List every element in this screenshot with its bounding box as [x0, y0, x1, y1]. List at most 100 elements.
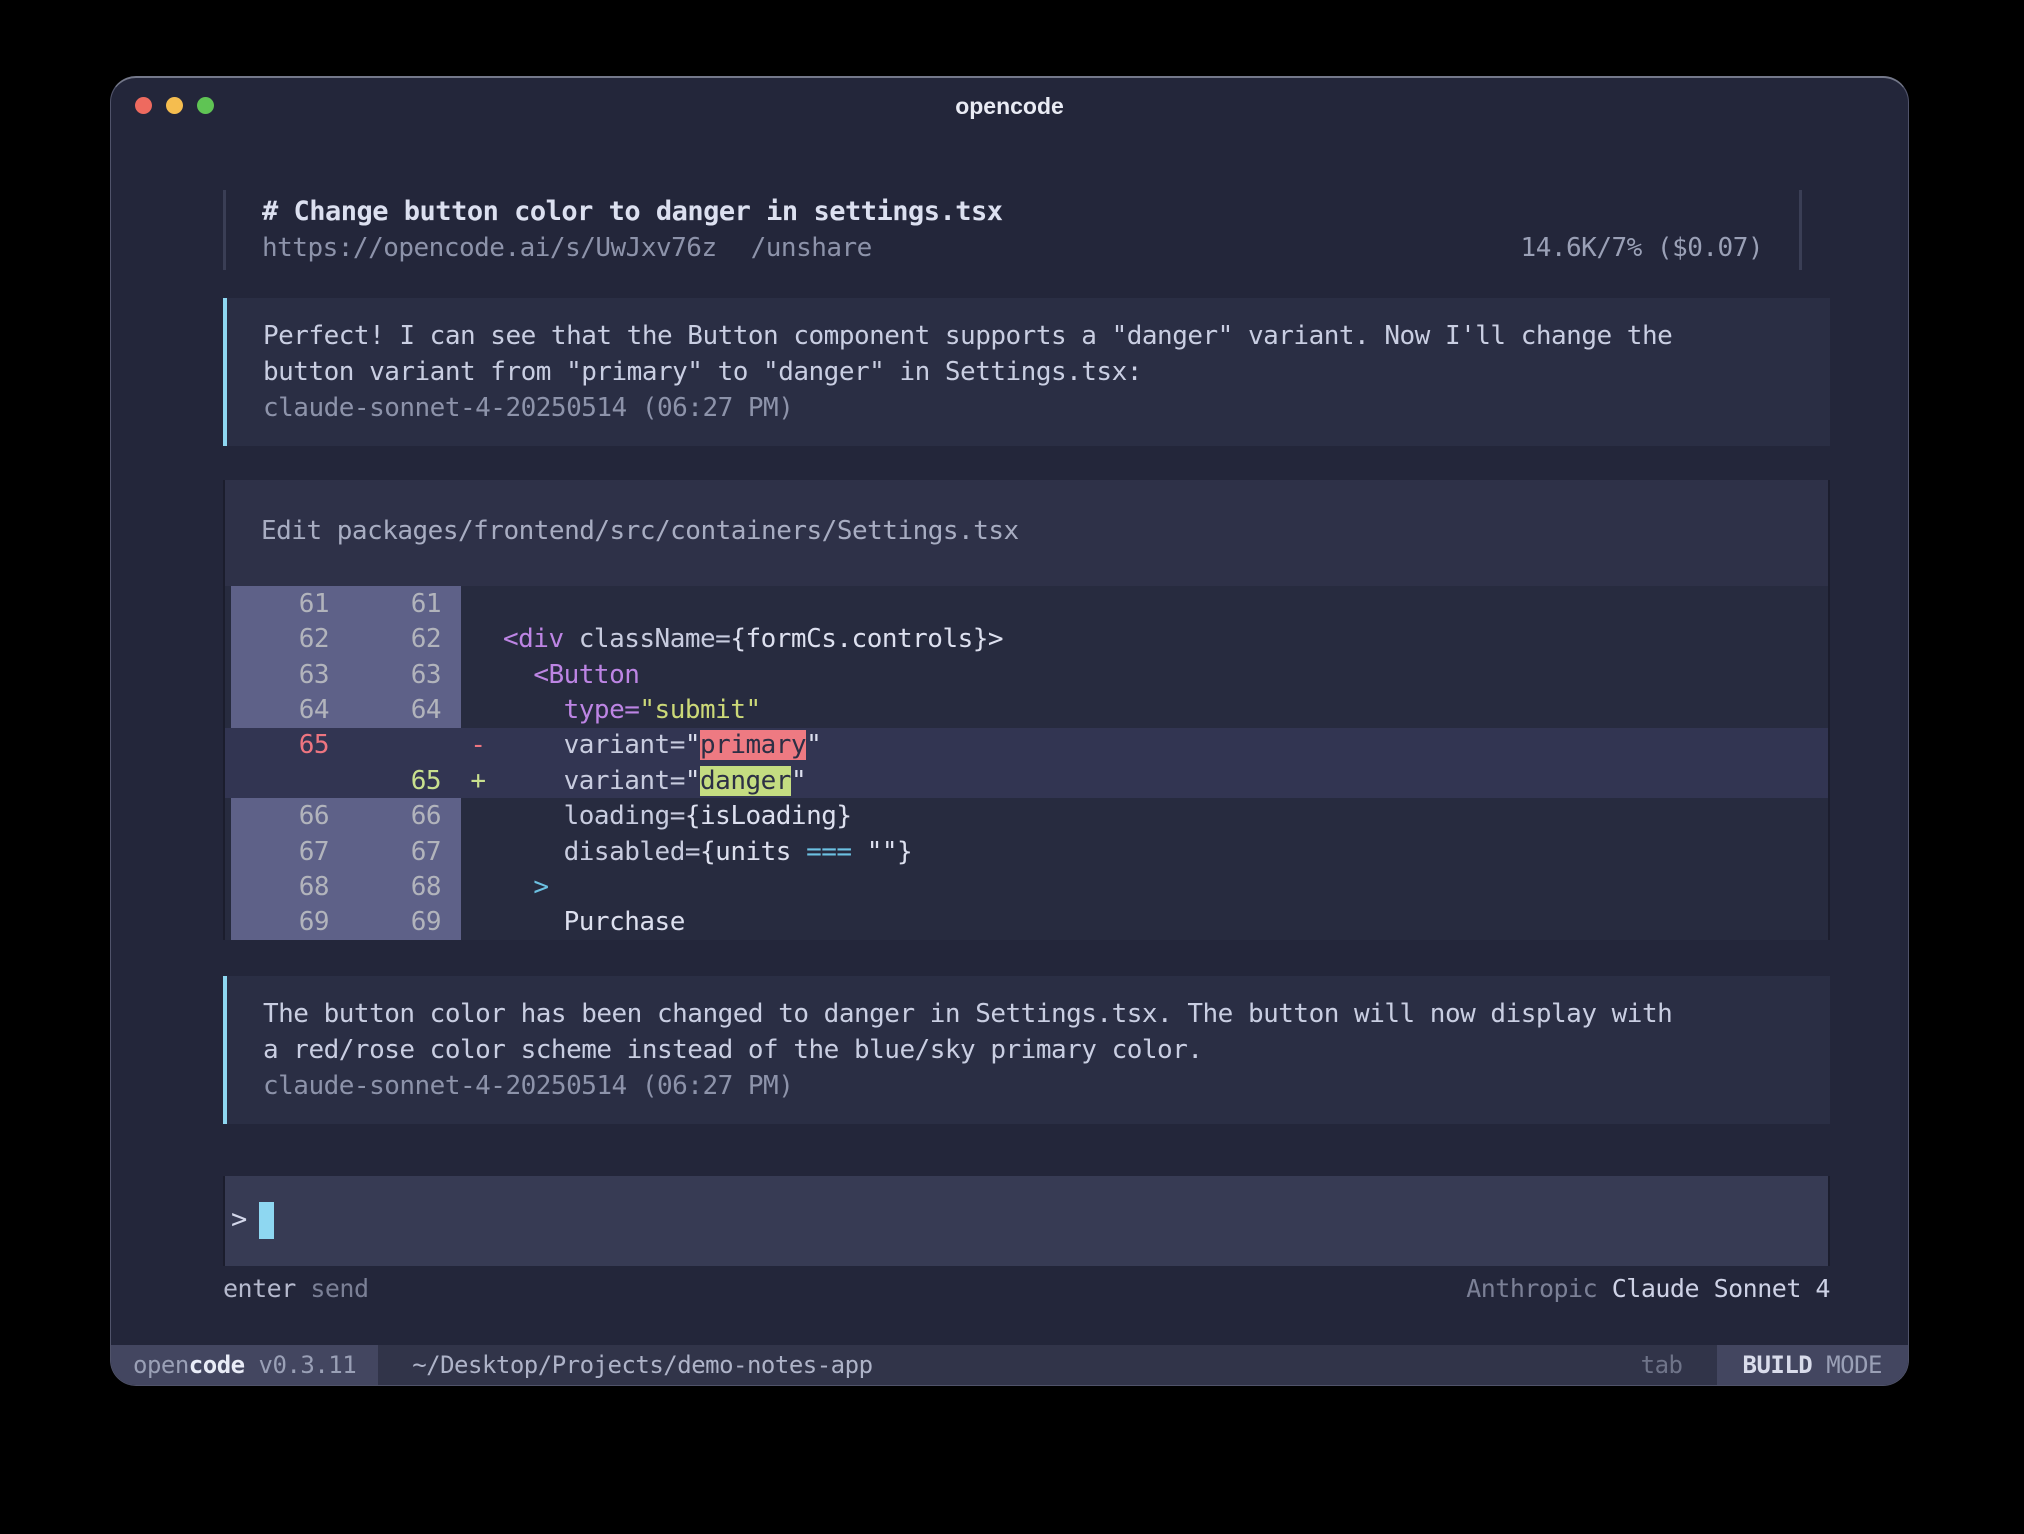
code-segment: {units	[700, 837, 806, 867]
prompt-input[interactable]: >	[223, 1176, 1830, 1266]
gutter-old-line-number: 68	[231, 869, 347, 904]
diff-marker	[461, 798, 495, 833]
code-segment: className=	[564, 624, 731, 654]
code-segment: {isLoading}	[685, 801, 852, 831]
diff-row: 6161	[225, 586, 1828, 621]
assistant-message: The button color has been changed to dan…	[223, 976, 1830, 1124]
unshare-command[interactable]: /unshare	[751, 230, 872, 266]
diff-marker	[461, 621, 495, 656]
code-segment: variant=	[564, 766, 685, 796]
code-segment	[503, 730, 564, 760]
mode-badge[interactable]: BUILD MODE	[1717, 1345, 1909, 1385]
diff-row: 6262<div className={formCs.controls}>	[225, 621, 1828, 656]
diff-marker	[461, 905, 495, 940]
gutter-old-line-number: 69	[231, 905, 347, 940]
diff-code-line: loading={isLoading}	[495, 798, 852, 833]
model-timestamp: claude-sonnet-4-20250514 (06:27 PM)	[263, 1068, 1810, 1104]
diff-code-line	[495, 586, 503, 621]
mode-secondary-label: MODE	[1826, 1351, 1882, 1379]
model-timestamp: claude-sonnet-4-20250514 (06:27 PM)	[263, 390, 1810, 426]
diff-row: 6464 type="submit"	[225, 692, 1828, 727]
diff-row: 6666 loading={isLoading}	[225, 798, 1828, 833]
message-text-line: a red/rose color scheme instead of the b…	[263, 1032, 1810, 1068]
code-segment: type=	[564, 695, 640, 725]
code-segment	[503, 907, 564, 937]
code-segment	[503, 801, 564, 831]
session-header: # Change button color to danger in setti…	[223, 190, 1802, 270]
traffic-lights	[135, 97, 214, 114]
tab-key-hint[interactable]: tab	[1641, 1345, 1711, 1385]
code-segment: variant=	[564, 730, 685, 760]
diff-row: 65 - variant="primary"	[225, 728, 1828, 763]
code-segment	[503, 660, 533, 690]
code-segment	[503, 837, 564, 867]
gutter-new-line-number: 68	[347, 869, 461, 904]
gutter-new-line-number: 62	[347, 621, 461, 656]
zoom-button[interactable]	[197, 97, 214, 114]
diff-code-line: Purchase	[495, 905, 685, 940]
edit-tool-title: Edit packages/frontend/src/containers/Se…	[261, 516, 1792, 546]
code-segment: loading=	[564, 801, 685, 831]
code-segment: {formCs.controls}>	[730, 624, 1003, 654]
main-content: # Change button color to danger in setti…	[111, 132, 1908, 1345]
version-number: v0.3.11	[259, 1351, 357, 1379]
status-bar: opencode v0.3.11 ~/Desktop/Projects/demo…	[111, 1345, 1908, 1385]
code-segment: "	[685, 766, 700, 796]
gutter-old-line-number: 67	[231, 834, 347, 869]
gutter-new-line-number: 64	[347, 692, 461, 727]
send-label: send	[310, 1274, 368, 1303]
message-text-line: button variant from "primary" to "danger…	[263, 354, 1810, 390]
code-segment: "	[791, 766, 806, 796]
hint-bar: enter send Anthropic Claude Sonnet 4	[223, 1274, 1830, 1304]
gutter-new-line-number: 61	[347, 586, 461, 621]
minimize-button[interactable]	[166, 97, 183, 114]
mode-primary: BUILD	[1743, 1351, 1813, 1379]
message-text-line: The button color has been changed to dan…	[263, 996, 1810, 1032]
diff-code-line: variant="danger"	[495, 763, 806, 798]
gutter-old-line-number: 61	[231, 586, 347, 621]
diff-code-line: type="submit"	[495, 692, 761, 727]
diff-row: 6868 >	[225, 869, 1828, 904]
titlebar[interactable]: opencode	[111, 78, 1908, 132]
message-text-line: Perfect! I can see that the Button compo…	[263, 318, 1810, 354]
gutter-old-line-number	[231, 763, 347, 798]
diff-row: 6969 Purchase	[225, 905, 1828, 940]
app-name-open: open	[133, 1351, 189, 1379]
gutter-old-line-number: 66	[231, 798, 347, 833]
diff-code-line: variant="primary"	[495, 728, 821, 763]
diff-marker: -	[461, 728, 495, 763]
diff-view: 61616262<div className={formCs.controls}…	[225, 586, 1828, 940]
diff-row: 65+ variant="danger"	[225, 763, 1828, 798]
app-name-code: code	[189, 1351, 245, 1379]
assistant-message: Perfect! I can see that the Button compo…	[223, 298, 1830, 446]
code-segment	[503, 766, 564, 796]
diff-marker: +	[461, 763, 495, 798]
code-segment: Purchase	[564, 907, 685, 937]
close-button[interactable]	[135, 97, 152, 114]
diff-marker	[461, 586, 495, 621]
diff-row: 6767 disabled={units === ""}	[225, 834, 1828, 869]
model-label: Claude Sonnet 4	[1612, 1274, 1830, 1303]
enter-key-hint: enter	[223, 1274, 296, 1303]
gutter-new-line-number: 65	[347, 763, 461, 798]
code-segment: primary	[700, 730, 806, 760]
code-segment: <div	[503, 624, 564, 654]
diff-code-line: <Button	[495, 657, 639, 692]
provider-label: Anthropic	[1466, 1274, 1597, 1303]
share-url[interactable]: https://opencode.ai/s/UwJxv76z	[262, 230, 717, 266]
diff-marker	[461, 834, 495, 869]
gutter-old-line-number: 64	[231, 692, 347, 727]
app-version-badge: opencode v0.3.11	[111, 1345, 378, 1385]
diff-code-line: >	[495, 869, 548, 904]
mode-secondary	[1812, 1351, 1826, 1379]
diff-row: 6363 <Button	[225, 657, 1828, 692]
gutter-new-line-number: 69	[347, 905, 461, 940]
gutter-old-line-number: 65	[231, 728, 347, 763]
cwd-path: ~/Desktop/Projects/demo-notes-app	[378, 1345, 872, 1385]
code-segment: >	[533, 872, 548, 902]
code-segment	[503, 695, 564, 725]
session-title: # Change button color to danger in setti…	[262, 194, 1763, 230]
text-cursor	[259, 1202, 274, 1239]
app-window: opencode # Change button color to danger…	[110, 76, 1909, 1386]
edit-tool-panel: Edit packages/frontend/src/containers/Se…	[223, 480, 1830, 940]
